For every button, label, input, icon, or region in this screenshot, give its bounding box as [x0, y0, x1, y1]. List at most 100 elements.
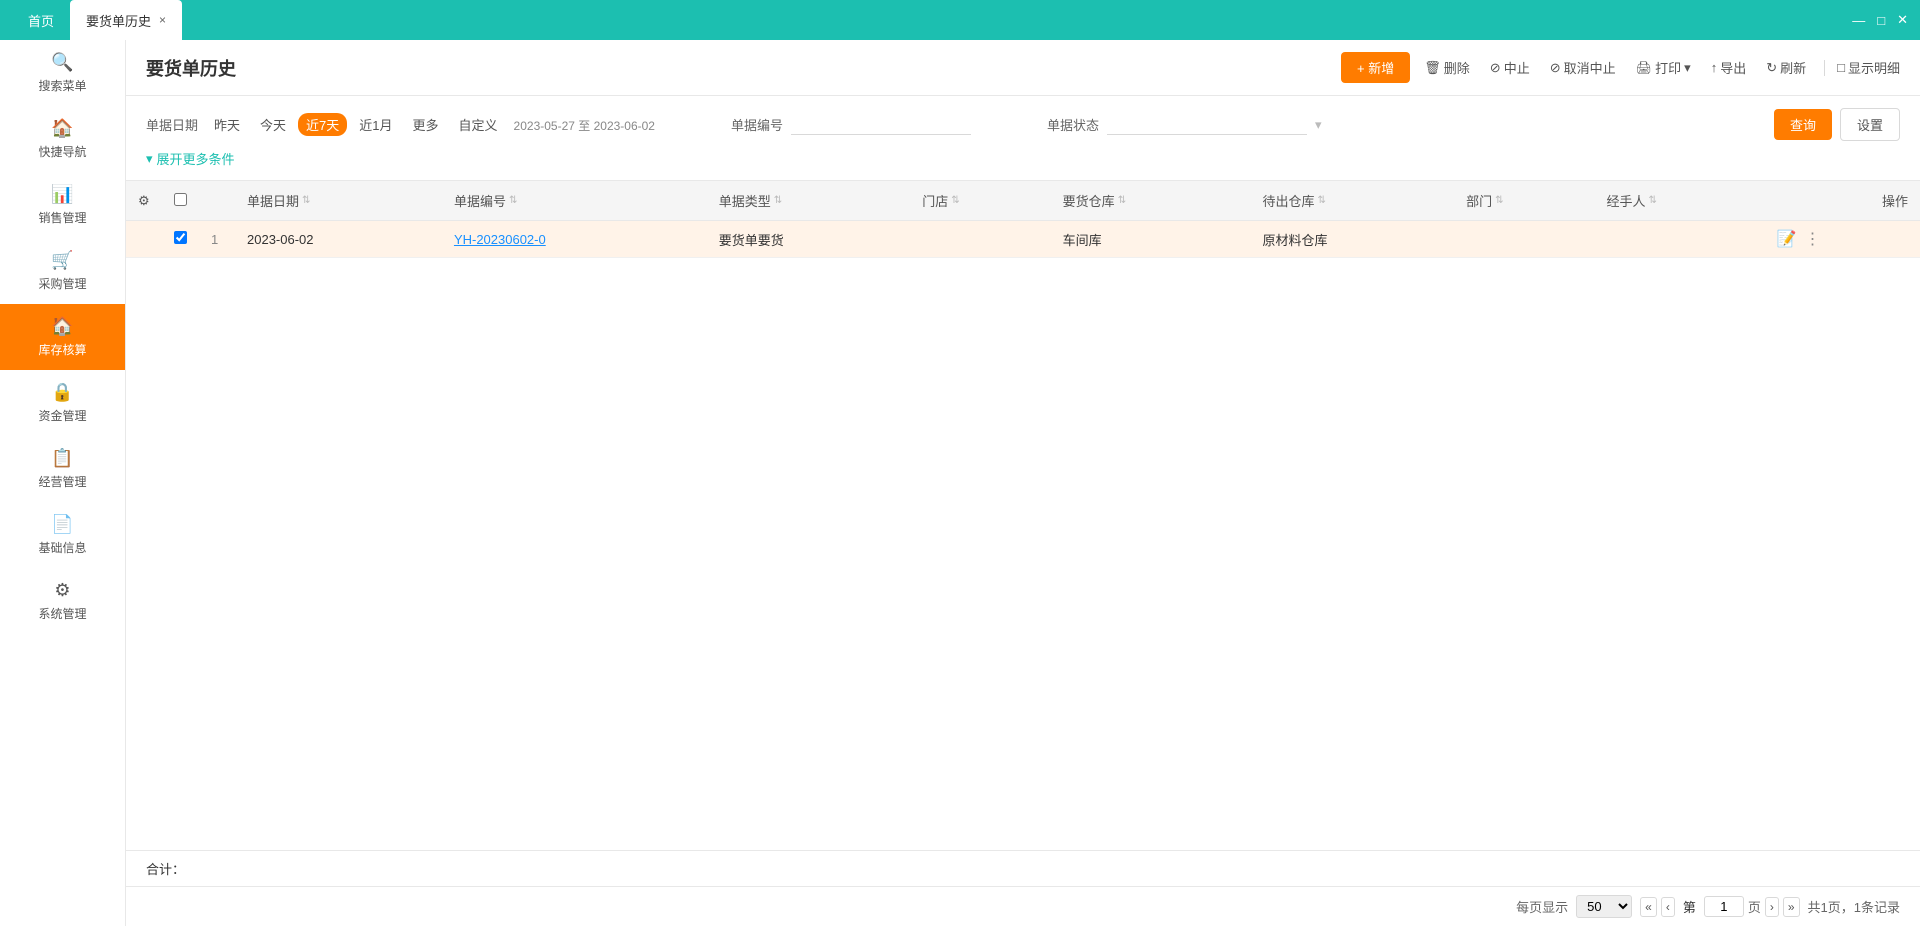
doc-icon: 📄	[51, 514, 73, 535]
sidebar-item-purchase[interactable]: 🛒 采购管理	[0, 238, 125, 304]
cell-store	[910, 221, 1050, 258]
last-page-btn[interactable]: »	[1783, 897, 1800, 917]
edit-action-icon[interactable]: 📝	[1777, 229, 1797, 249]
date-tab-today[interactable]: 今天	[252, 113, 294, 136]
cell-doc-number: YH-20230602-0	[442, 221, 707, 258]
checkbox-icon: □	[1837, 60, 1845, 75]
data-table: ⚙ 单据日期 ⇅	[126, 181, 1920, 258]
window-actions: — □ ✕	[1852, 12, 1908, 28]
sidebar-item-finance[interactable]: 🔒 资金管理	[0, 370, 125, 436]
sidebar-item-inventory[interactable]: 🏠 库存核算	[0, 304, 125, 370]
sidebar-item-quick-nav[interactable]: 🏠 快捷导航	[0, 106, 125, 172]
date-tab-more[interactable]: 更多	[405, 113, 447, 136]
stop-icon: ⊘	[1490, 60, 1501, 76]
refresh-button[interactable]: ↻ 刷新	[1760, 54, 1812, 81]
th-handler: 经手人 ⇅	[1594, 181, 1764, 221]
sidebar-item-sales[interactable]: 📊 销售管理	[0, 172, 125, 238]
cell-pending-warehouse: 原材料仓库	[1251, 221, 1455, 258]
next-page-btn[interactable]: ›	[1765, 897, 1779, 917]
page-title: 要货单历史	[146, 55, 236, 81]
cart-icon: 🛒	[51, 250, 73, 271]
table-settings-icon[interactable]: ⚙	[138, 193, 150, 208]
page-size-select[interactable]: 20 50 100 200	[1576, 895, 1632, 918]
gear-icon: ⚙	[54, 580, 70, 601]
total-info: 共1页，1条记录	[1808, 897, 1900, 916]
header-actions: + 新增 🗑 删除 ⊘ 中止 ⊘ 取消中止 🖨 打印 ▾	[1341, 52, 1900, 83]
th-department: 部门 ⇅	[1454, 181, 1594, 221]
close-tab-icon[interactable]: ×	[159, 13, 166, 27]
th-store: 门店 ⇅	[910, 181, 1050, 221]
print-dropdown-icon: ▾	[1684, 60, 1691, 76]
chart-icon: 📊	[51, 184, 73, 205]
sort-handler-icon: ⇅	[1649, 195, 1657, 206]
sum-label: 合计：	[146, 859, 185, 878]
date-tab-custom[interactable]: 自定义	[451, 113, 506, 136]
prev-page-btn[interactable]: ‹	[1661, 897, 1675, 917]
sidebar-item-basic-info[interactable]: 📄 基础信息	[0, 502, 125, 568]
sidebar-item-system[interactable]: ⚙ 系统管理	[0, 568, 125, 634]
delete-button[interactable]: 🗑 删除	[1418, 54, 1476, 81]
date-filter-group: 单据日期 昨天 今天 近7天 近1月 更多 自定义 2023-05-27 至 2…	[146, 113, 655, 136]
stop-button[interactable]: ⊘ 中止	[1484, 54, 1536, 81]
doc-number-input[interactable]	[791, 115, 971, 135]
first-page-btn[interactable]: «	[1640, 897, 1657, 917]
date-filter-label: 单据日期	[146, 115, 198, 134]
filter-bar: 单据日期 昨天 今天 近7天 近1月 更多 自定义 2023-05-27 至 2…	[126, 96, 1920, 181]
th-num	[199, 181, 235, 221]
sidebar-item-operations[interactable]: 📋 经营管理	[0, 436, 125, 502]
cancel-stop-button[interactable]: ⊘ 取消中止	[1544, 54, 1622, 81]
delete-icon: 🗑	[1424, 60, 1441, 76]
doc-number-link[interactable]: YH-20230602-0	[454, 232, 546, 247]
th-checkbox	[162, 181, 199, 221]
minimize-btn[interactable]: —	[1852, 13, 1865, 28]
more-action-icon[interactable]: ⋮	[1805, 229, 1821, 249]
cell-department	[1454, 221, 1594, 258]
inventory-icon: 🏠	[51, 316, 73, 337]
print-button[interactable]: 🖨 打印 ▾	[1630, 54, 1697, 81]
status-label: 单据状态	[1047, 115, 1099, 134]
page-navigation: « ‹ 第 页 › »	[1640, 896, 1799, 917]
date-tab-last-month[interactable]: 近1月	[351, 113, 400, 136]
table-container: ⚙ 单据日期 ⇅	[126, 181, 1920, 850]
setting-button[interactable]: 设置	[1840, 108, 1900, 141]
home-icon: 🏠	[51, 118, 73, 139]
print-icon: 🖨	[1636, 60, 1653, 76]
date-tab-last7days[interactable]: 近7天	[298, 113, 347, 136]
sidebar-item-search[interactable]: 🔍 搜索菜单	[0, 40, 125, 106]
close-btn[interactable]: ✕	[1897, 12, 1908, 28]
pagination-bar: 每页显示 20 50 100 200 « ‹ 第 页 › » 共1页，1条记录	[126, 886, 1920, 926]
expand-filters-button[interactable]: ▾ 展开更多条件	[146, 149, 1900, 168]
tab-home[interactable]: 首页	[12, 0, 70, 40]
page-suffix: 页	[1748, 897, 1761, 916]
cell-doc-type: 要货单要货	[707, 221, 911, 258]
export-icon: ↑	[1711, 60, 1718, 75]
cell-num: 1	[199, 221, 235, 258]
maximize-btn[interactable]: □	[1877, 13, 1885, 28]
page-number-input[interactable]	[1704, 896, 1744, 917]
query-button[interactable]: 查询	[1774, 109, 1832, 140]
status-dropdown-icon[interactable]: ▾	[1315, 117, 1322, 133]
th-settings: ⚙	[126, 181, 162, 221]
th-req-warehouse: 要货仓库 ⇅	[1051, 181, 1251, 221]
cell-req-warehouse: 车间库	[1051, 221, 1251, 258]
tab-requisition-history[interactable]: 要货单历史 ×	[70, 0, 182, 40]
status-input[interactable]	[1107, 115, 1307, 135]
refresh-icon: ↻	[1766, 60, 1777, 76]
cell-settings	[126, 221, 162, 258]
export-button[interactable]: ↑ 导出	[1705, 54, 1753, 81]
page-size-label: 每页显示	[1516, 897, 1568, 916]
th-doc-date: 单据日期 ⇅	[235, 181, 442, 221]
select-all-checkbox[interactable]	[174, 193, 187, 206]
content-area: 要货单历史 + 新增 🗑 删除 ⊘ 中止 ⊘ 取消中止 🖨 打印	[126, 40, 1920, 926]
new-button[interactable]: + 新增	[1341, 52, 1410, 83]
date-tab-yesterday[interactable]: 昨天	[206, 113, 248, 136]
page-label: 第	[1683, 897, 1696, 916]
cell-checkbox	[162, 221, 199, 258]
sort-department-icon: ⇅	[1495, 195, 1503, 206]
sort-doc-number-icon: ⇅	[509, 195, 517, 206]
row-checkbox[interactable]	[174, 231, 187, 244]
search-icon: 🔍	[51, 52, 73, 73]
sort-doc-date-icon: ⇅	[302, 195, 310, 206]
display-detail-button[interactable]: □ 显示明细	[1837, 58, 1900, 77]
sidebar: 🔍 搜索菜单 🏠 快捷导航 📊 销售管理 🛒 采购管理 🏠 库存核算 🔒 资金管…	[0, 40, 126, 926]
